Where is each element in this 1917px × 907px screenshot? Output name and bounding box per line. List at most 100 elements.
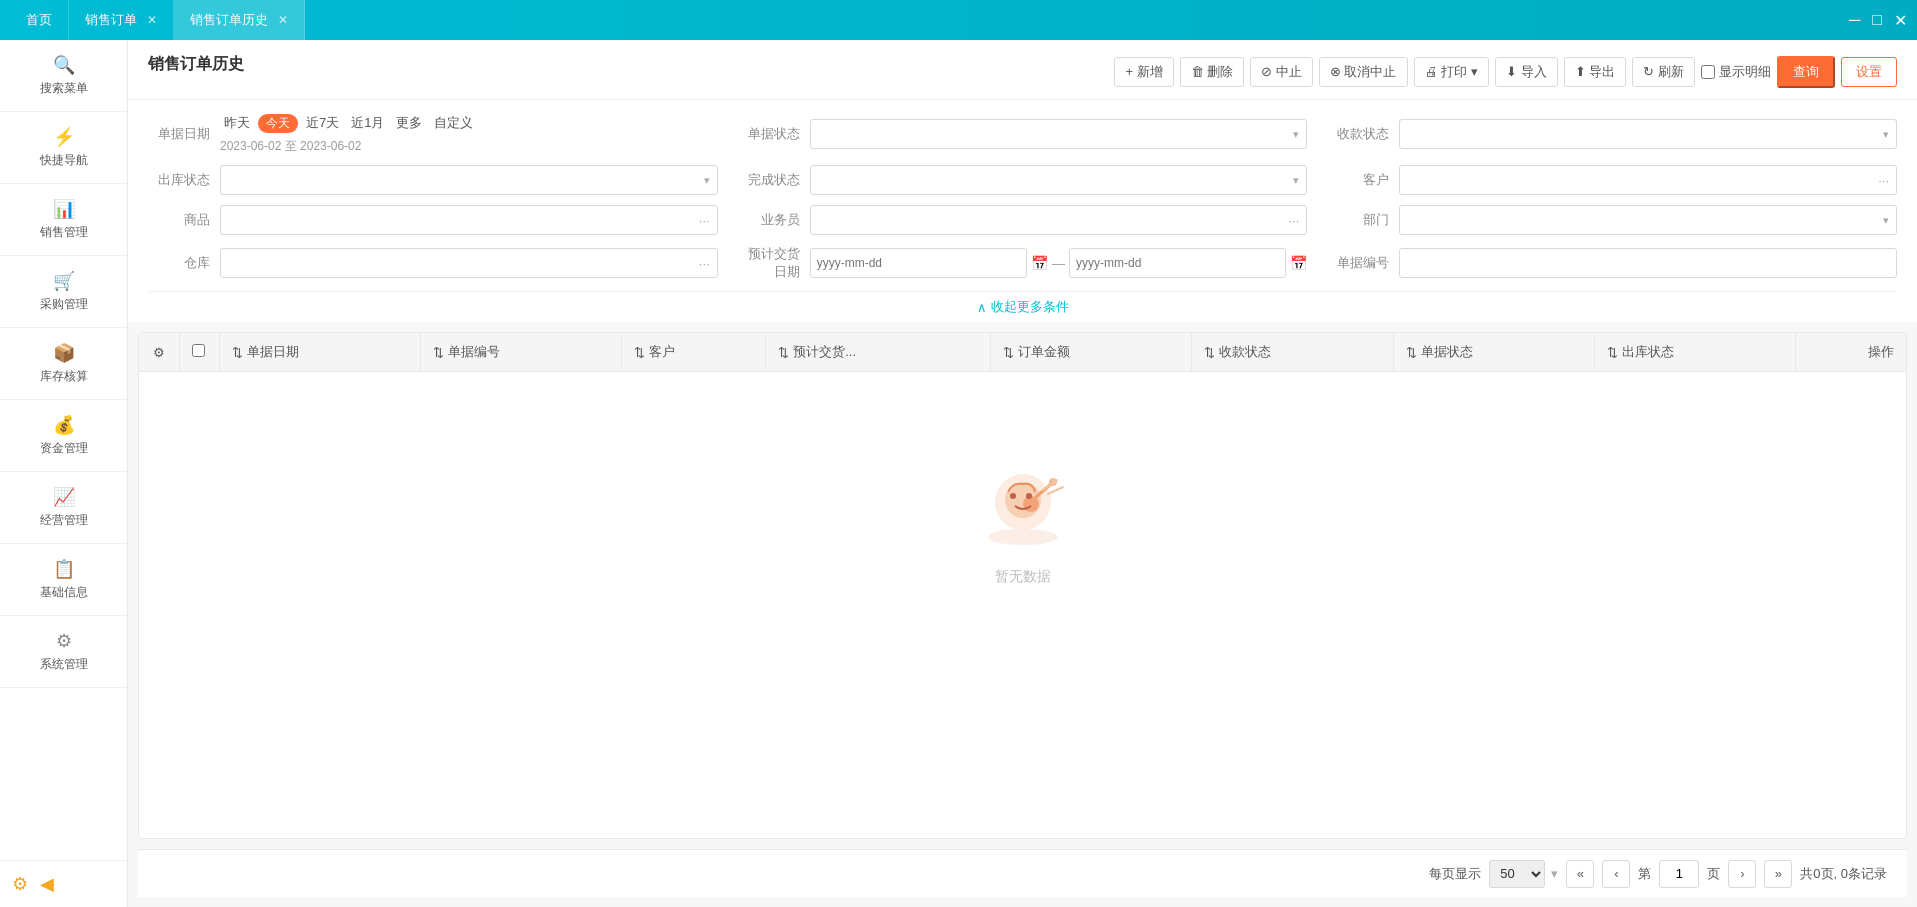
print-btn[interactable]: 🖨 打印 ▾ bbox=[1414, 57, 1490, 87]
new-btn[interactable]: + 新增 bbox=[1114, 57, 1173, 87]
window-controls: ─ □ ✕ bbox=[1849, 11, 1907, 30]
sidebar-item-operations[interactable]: 📈 经营管理 bbox=[0, 472, 127, 544]
sidebar-item-sales-mgmt[interactable]: 📊 销售管理 bbox=[0, 184, 127, 256]
filter-complete-status-cell: 完成状态 ▾ bbox=[738, 165, 1308, 195]
date-yesterday[interactable]: 昨天 bbox=[220, 112, 254, 134]
filter-row-2: 出库状态 ▾ 完成状态 ▾ bbox=[148, 165, 1897, 195]
th-customer-sort: ⇅ 客户 bbox=[634, 343, 753, 361]
sidebar-basic-info-label: 基础信息 bbox=[40, 584, 88, 601]
close-btn[interactable]: ✕ bbox=[1894, 11, 1907, 30]
filter-customer-content: ··· bbox=[1399, 165, 1897, 195]
next-page-btn[interactable]: › bbox=[1728, 860, 1756, 888]
filter-dept-select[interactable] bbox=[1399, 205, 1897, 235]
th-date: ⇅ 单据日期 bbox=[219, 333, 420, 372]
th-no: ⇅ 单据编号 bbox=[420, 333, 621, 372]
query-btn[interactable]: 查询 bbox=[1777, 56, 1835, 88]
th-settings[interactable]: ⚙ bbox=[139, 333, 179, 372]
cancel-stop-btn[interactable]: ⊗ 取消中止 bbox=[1319, 57, 1408, 87]
tab-sales-order-history[interactable]: 销售订单历史 ✕ bbox=[174, 0, 305, 40]
tab-sales-order-history-close[interactable]: ✕ bbox=[278, 13, 288, 27]
current-page-input[interactable] bbox=[1659, 860, 1699, 888]
date-more[interactable]: 更多 bbox=[392, 112, 426, 134]
export-btn[interactable]: ⬆ 导出 bbox=[1564, 57, 1627, 87]
filter-warehouse-status-cell: 出库状态 ▾ bbox=[148, 165, 718, 195]
collapse-btn[interactable]: ∧ 收起更多条件 bbox=[148, 291, 1897, 322]
sidebar-item-system-mgmt[interactable]: ⚙ 系统管理 bbox=[0, 616, 127, 688]
import-btn[interactable]: ⬇ 导入 bbox=[1495, 57, 1558, 87]
filter-customer-input[interactable] bbox=[1399, 165, 1897, 195]
filter-warehouse-status-content: ▾ bbox=[220, 165, 718, 195]
per-page-dropdown-icon: ▾ bbox=[1551, 866, 1558, 881]
page-input-prefix-label: 第 bbox=[1638, 865, 1651, 883]
table-settings-icon[interactable]: ⚙ bbox=[153, 345, 165, 360]
filter-warehouse-status-select[interactable] bbox=[220, 165, 718, 195]
calendar-start-icon[interactable]: 📅 bbox=[1031, 255, 1048, 271]
date-today-active[interactable]: 今天 bbox=[258, 114, 298, 133]
sidebar-item-quick-nav[interactable]: ⚡ 快捷导航 bbox=[0, 112, 127, 184]
filter-dept-cell: 部门 ▾ bbox=[1327, 205, 1897, 235]
refresh-btn-label: ↻ 刷新 bbox=[1643, 63, 1684, 81]
first-page-btn[interactable]: « bbox=[1566, 860, 1594, 888]
sidebar-item-finance[interactable]: 💰 资金管理 bbox=[0, 400, 127, 472]
minimize-btn[interactable]: ─ bbox=[1849, 11, 1860, 29]
sidebar-collapse-icon[interactable]: ◀ bbox=[40, 873, 54, 895]
date-7days[interactable]: 近7天 bbox=[302, 112, 343, 134]
cancel-stop-btn-label: ⊗ 取消中止 bbox=[1330, 63, 1397, 81]
filter-product-input[interactable] bbox=[220, 205, 718, 235]
product-dots-icon[interactable]: ··· bbox=[699, 213, 710, 228]
filter-order-no-input[interactable] bbox=[1399, 248, 1897, 278]
th-checkbox bbox=[179, 333, 219, 372]
sidebar: 🔍 搜索菜单 ⚡ 快捷导航 📊 销售管理 🛒 采购管理 📦 库存核算 💰 资金管… bbox=[0, 40, 128, 907]
sidebar-gear-icon[interactable]: ⚙ bbox=[12, 873, 28, 895]
filter-doc-status-select[interactable] bbox=[810, 119, 1308, 149]
th-delivery-text: 预计交货... bbox=[793, 343, 856, 361]
prev-page-btn[interactable]: ‹ bbox=[1602, 860, 1630, 888]
th-delivery-sort-icon: ⇅ bbox=[778, 345, 789, 360]
setting-btn[interactable]: 设置 bbox=[1841, 57, 1897, 87]
filter-complete-status-select[interactable] bbox=[810, 165, 1308, 195]
filter-salesperson-input[interactable] bbox=[810, 205, 1308, 235]
sidebar-search[interactable]: 🔍 搜索菜单 bbox=[0, 40, 127, 112]
sidebar-item-basic-info[interactable]: 📋 基础信息 bbox=[0, 544, 127, 616]
stop-btn[interactable]: ⊘ 中止 bbox=[1250, 57, 1313, 87]
date-custom[interactable]: 自定义 bbox=[430, 112, 477, 134]
date-dash: — bbox=[1052, 256, 1065, 271]
delivery-date-end[interactable] bbox=[1069, 248, 1286, 278]
date-1month[interactable]: 近1月 bbox=[347, 112, 388, 134]
filter-date-cell: 单据日期 昨天 今天 近7天 近1月 更多 自定义 2023-06-02 至 2… bbox=[148, 112, 718, 155]
tab-home[interactable]: 首页 bbox=[10, 0, 69, 40]
select-all-checkbox[interactable] bbox=[192, 344, 205, 357]
show-detail-toggle[interactable]: 显示明细 bbox=[1701, 63, 1771, 81]
sales-mgmt-icon: 📊 bbox=[53, 198, 75, 220]
import-btn-label: ⬇ 导入 bbox=[1506, 63, 1547, 81]
sidebar-item-purchase-mgmt[interactable]: 🛒 采购管理 bbox=[0, 256, 127, 328]
stop-btn-label: ⊘ 中止 bbox=[1261, 63, 1302, 81]
delete-btn[interactable]: 🗑 删除 bbox=[1180, 57, 1245, 87]
filter-warehouse-input[interactable] bbox=[220, 248, 718, 278]
filter-order-no-cell: 单据编号 bbox=[1327, 245, 1897, 281]
page-title: 销售订单历史 bbox=[148, 54, 244, 75]
tab-sales-order[interactable]: 销售订单 ✕ bbox=[69, 0, 174, 40]
warehouse-dots-icon[interactable]: ··· bbox=[699, 256, 710, 271]
maximize-btn[interactable]: □ bbox=[1872, 11, 1882, 29]
refresh-btn[interactable]: ↻ 刷新 bbox=[1632, 57, 1695, 87]
filter-receipt-status-select[interactable] bbox=[1399, 119, 1897, 149]
prev-page-icon: ‹ bbox=[1614, 866, 1618, 881]
last-page-btn[interactable]: » bbox=[1764, 860, 1792, 888]
filter-doc-status-content: ▾ bbox=[810, 119, 1308, 149]
delivery-date-start[interactable] bbox=[810, 248, 1027, 278]
salesperson-dots-icon[interactable]: ··· bbox=[1288, 213, 1299, 228]
filter-order-no-label: 单据编号 bbox=[1327, 254, 1399, 272]
calendar-end-icon[interactable]: 📅 bbox=[1290, 255, 1307, 271]
sidebar-quick-nav-label: 快捷导航 bbox=[40, 152, 88, 169]
customer-dots-icon[interactable]: ··· bbox=[1878, 173, 1889, 188]
sidebar-item-inventory[interactable]: 📦 库存核算 bbox=[0, 328, 127, 400]
table-wrap: ⚙ ⇅ 单据日期 ⇅ bbox=[138, 332, 1907, 839]
tab-sales-order-label: 销售订单 bbox=[85, 11, 137, 29]
th-warehouse-status: ⇅ 出库状态 bbox=[1594, 333, 1795, 372]
per-page-select[interactable]: 50 10 20 100 bbox=[1489, 860, 1545, 888]
show-detail-checkbox[interactable] bbox=[1701, 65, 1715, 79]
page-suffix-label: 页 bbox=[1707, 865, 1720, 883]
th-receipt-sort-icon: ⇅ bbox=[1204, 345, 1215, 360]
tab-sales-order-close[interactable]: ✕ bbox=[147, 13, 157, 27]
